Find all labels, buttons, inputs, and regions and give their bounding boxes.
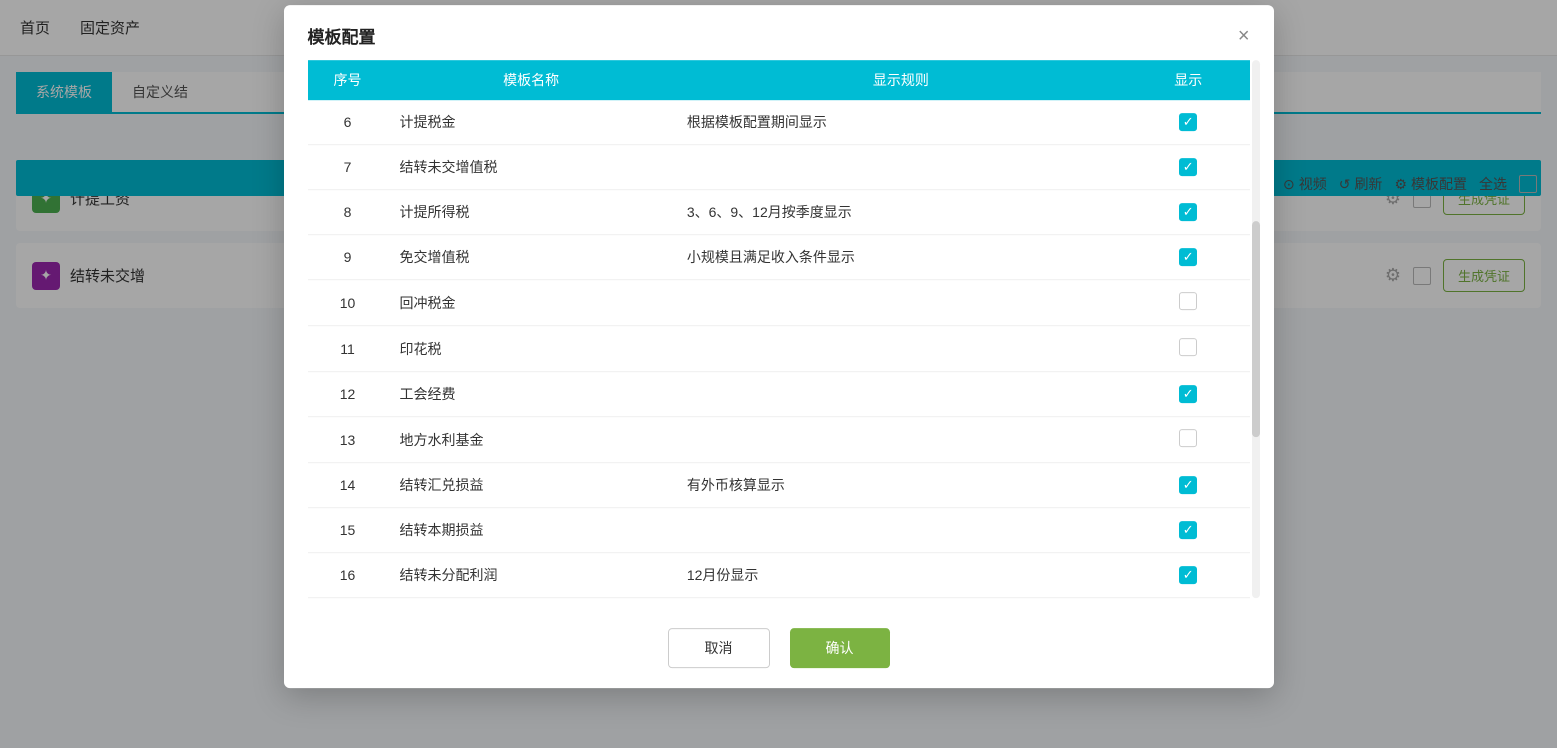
cell-checkbox xyxy=(1127,280,1249,326)
cell-rule xyxy=(675,372,1127,417)
cell-checkbox xyxy=(1127,326,1249,372)
cell-rule xyxy=(675,280,1127,326)
table-body: 6计提税金根据模板配置期间显示✓7结转未交增值税✓8计提所得税3、6、9、12月… xyxy=(308,100,1250,598)
cell-no: 12 xyxy=(308,372,388,417)
modal-body: 序号 模板名称 显示规则 显示 6计提税金根据模板配置期间显示✓7结转未交增值税… xyxy=(284,60,1274,614)
confirm-button[interactable]: 确认 xyxy=(790,628,890,668)
cell-name: 计提税金 xyxy=(388,100,675,145)
cell-name: 工会经费 xyxy=(388,372,675,417)
cell-checkbox: ✓ xyxy=(1127,145,1249,190)
table-row: 6计提税金根据模板配置期间显示 ✓ xyxy=(308,100,1250,145)
table-row: 13地方水利基金 xyxy=(308,417,1250,463)
cell-name: 结转汇兑损益 xyxy=(388,463,675,508)
cell-name: 结转未分配利润 xyxy=(388,553,675,598)
modal-template-config: 模板配置 × 序号 模板名称 显示规则 显示 6计提税金根据模板配置期间显示✓7… xyxy=(284,5,1274,688)
cell-name: 免交增值税 xyxy=(388,235,675,280)
cell-rule: 根据模板配置期间显示 xyxy=(675,100,1127,145)
checkbox-checked[interactable]: ✓ xyxy=(1179,521,1197,539)
cell-checkbox: ✓ xyxy=(1127,190,1249,235)
table-row: 14结转汇兑损益有外币核算显示 ✓ xyxy=(308,463,1250,508)
cell-no: 15 xyxy=(308,508,388,553)
cell-checkbox: ✓ xyxy=(1127,508,1249,553)
cell-rule xyxy=(675,326,1127,372)
table-head-row: 序号 模板名称 显示规则 显示 xyxy=(308,60,1250,100)
table-row: 12工会经费 ✓ xyxy=(308,372,1250,417)
table-row: 10回冲税金 xyxy=(308,280,1250,326)
th-no: 序号 xyxy=(308,60,388,100)
cell-no: 9 xyxy=(308,235,388,280)
cell-rule: 有外币核算显示 xyxy=(675,463,1127,508)
scrollbar-thumb[interactable] xyxy=(1252,222,1260,437)
th-rule: 显示规则 xyxy=(675,60,1127,100)
cell-no: 6 xyxy=(308,100,388,145)
th-display: 显示 xyxy=(1127,60,1249,100)
checkbox-checked[interactable]: ✓ xyxy=(1179,158,1197,176)
cell-rule: 12月份显示 xyxy=(675,553,1127,598)
modal-footer: 取消 确认 xyxy=(284,614,1274,688)
cell-name: 地方水利基金 xyxy=(388,417,675,463)
config-table: 序号 模板名称 显示规则 显示 6计提税金根据模板配置期间显示✓7结转未交增值税… xyxy=(308,60,1250,598)
cell-checkbox: ✓ xyxy=(1127,235,1249,280)
cell-checkbox: ✓ xyxy=(1127,100,1249,145)
cell-name: 印花税 xyxy=(388,326,675,372)
checkbox-unchecked[interactable] xyxy=(1179,338,1197,356)
modal-title: 模板配置 xyxy=(308,23,376,48)
checkbox-checked[interactable]: ✓ xyxy=(1179,113,1197,131)
cell-no: 16 xyxy=(308,553,388,598)
cell-no: 14 xyxy=(308,463,388,508)
checkbox-unchecked[interactable] xyxy=(1179,292,1197,310)
cell-checkbox: ✓ xyxy=(1127,463,1249,508)
cell-checkbox: ✓ xyxy=(1127,553,1249,598)
cell-name: 回冲税金 xyxy=(388,280,675,326)
cell-checkbox xyxy=(1127,417,1249,463)
cell-no: 11 xyxy=(308,326,388,372)
table-head: 序号 模板名称 显示规则 显示 xyxy=(308,60,1250,100)
checkbox-checked[interactable]: ✓ xyxy=(1179,248,1197,266)
checkbox-checked[interactable]: ✓ xyxy=(1179,566,1197,584)
cell-checkbox: ✓ xyxy=(1127,372,1249,417)
table-row: 8计提所得税3、6、9、12月按季度显示 ✓ xyxy=(308,190,1250,235)
cell-no: 7 xyxy=(308,145,388,190)
cell-name: 计提所得税 xyxy=(388,190,675,235)
cell-rule xyxy=(675,508,1127,553)
cell-rule: 3、6、9、12月按季度显示 xyxy=(675,190,1127,235)
cell-no: 13 xyxy=(308,417,388,463)
table-wrapper: 序号 模板名称 显示规则 显示 6计提税金根据模板配置期间显示✓7结转未交增值税… xyxy=(308,60,1250,598)
cell-name: 结转本期损益 xyxy=(388,508,675,553)
cancel-button[interactable]: 取消 xyxy=(668,628,770,668)
scrollbar-track xyxy=(1252,60,1260,598)
cell-rule: 小规模且满足收入条件显示 xyxy=(675,235,1127,280)
table-row: 15结转本期损益 ✓ xyxy=(308,508,1250,553)
checkbox-unchecked[interactable] xyxy=(1179,429,1197,447)
cell-rule xyxy=(675,145,1127,190)
checkbox-checked[interactable]: ✓ xyxy=(1179,203,1197,221)
cell-rule xyxy=(675,417,1127,463)
table-row: 9免交增值税小规模且满足收入条件显示 ✓ xyxy=(308,235,1250,280)
checkbox-checked[interactable]: ✓ xyxy=(1179,385,1197,403)
table-row: 16结转未分配利润12月份显示 ✓ xyxy=(308,553,1250,598)
modal-header: 模板配置 × xyxy=(284,5,1274,60)
table-row: 7结转未交增值税 ✓ xyxy=(308,145,1250,190)
checkbox-checked[interactable]: ✓ xyxy=(1179,476,1197,494)
cell-no: 10 xyxy=(308,280,388,326)
table-row: 11印花税 xyxy=(308,326,1250,372)
th-name: 模板名称 xyxy=(388,60,675,100)
cell-name: 结转未交增值税 xyxy=(388,145,675,190)
cell-no: 8 xyxy=(308,190,388,235)
modal-close-button[interactable]: × xyxy=(1238,26,1250,46)
